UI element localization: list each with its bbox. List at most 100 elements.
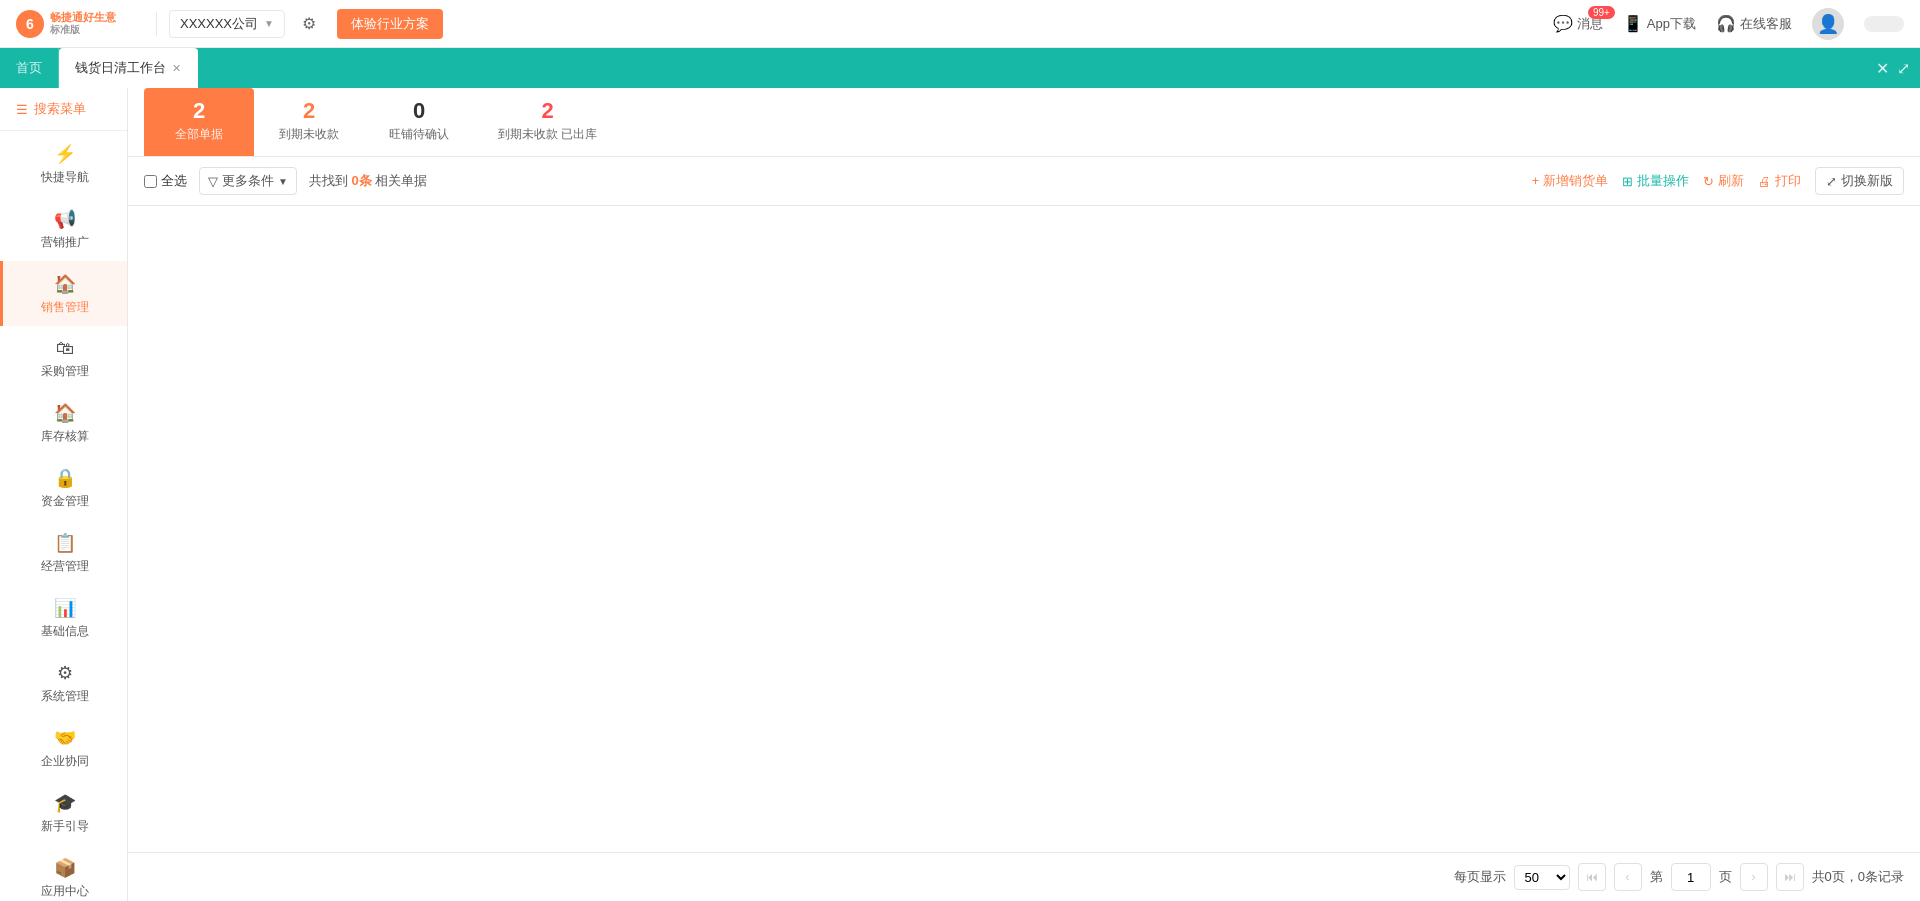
username-placeholder <box>1864 16 1904 32</box>
switch-version-button[interactable]: ⤢ 切换新版 <box>1815 167 1904 195</box>
stat-label-overdue: 到期未收款 <box>279 126 339 143</box>
top-right-area: 💬 消息 99+ 📱 App下载 🎧 在线客服 👤 <box>1553 8 1904 40</box>
table-area <box>128 206 1920 852</box>
page-label: 第 <box>1650 868 1663 886</box>
sidebar-item-system[interactable]: ⚙ 系统管理 <box>0 650 127 715</box>
stat-tab-all[interactable]: 2 全部单据 <box>144 88 254 156</box>
sidebar-item-label: 资金管理 <box>41 493 89 510</box>
stat-number-pending: 0 <box>413 100 425 122</box>
stat-tab-overdue-unshipped[interactable]: 2 到期未收款 已出库 <box>474 88 621 156</box>
per-page-select[interactable]: 50 10 20 100 <box>1514 865 1570 890</box>
enterprise-icon: 🤝 <box>54 727 76 749</box>
operations-icon: 📋 <box>54 532 76 554</box>
sidebar-item-label: 系统管理 <box>41 688 89 705</box>
guide-icon: 🎓 <box>54 792 76 814</box>
messages-badge: 99+ <box>1588 6 1615 19</box>
first-page-button[interactable]: ⏮ <box>1578 863 1606 891</box>
finance-icon: 🔒 <box>54 467 76 489</box>
sidebar-item-label: 采购管理 <box>41 363 89 380</box>
service-icon: 🎧 <box>1716 14 1736 33</box>
top-bar: 6 畅捷通好生意 标准版 XXXXXX公司 ▼ ⚙ 体验行业方案 💬 消息 99… <box>0 0 1920 48</box>
app-download-icon: 📱 <box>1623 14 1643 33</box>
sidebar-item-label: 销售管理 <box>41 299 89 316</box>
last-page-button[interactable]: ⏭ <box>1776 863 1804 891</box>
sidebar-item-finance[interactable]: 🔒 资金管理 <box>0 455 127 520</box>
system-icon: ⚙ <box>57 662 73 684</box>
gear-icon: ⚙ <box>302 14 316 33</box>
stat-number-overdue: 2 <box>303 100 315 122</box>
content-area: 2 全部单据 2 到期未收款 0 旺铺待确认 2 到期未收款 已出库 全选 <box>128 88 1920 901</box>
chevron-down-icon: ▼ <box>264 18 274 29</box>
add-sales-order-button[interactable]: + 新增销货单 <box>1532 172 1608 190</box>
tab-minimize-icon[interactable]: ✕ <box>1876 59 1889 78</box>
main-layout: ☰ 搜索菜单 ⚡ 快捷导航 📢 营销推广 🏠 销售管理 🛍 采购管理 🏠 库存核… <box>0 88 1920 901</box>
select-all-input[interactable] <box>144 175 157 188</box>
sidebar-item-search-menu[interactable]: ☰ 搜索菜单 <box>0 88 127 131</box>
messages-button[interactable]: 💬 消息 99+ <box>1553 14 1603 33</box>
select-all-checkbox[interactable]: 全选 <box>144 172 187 190</box>
more-filter-button[interactable]: ▽ 更多条件 ▼ <box>199 167 297 195</box>
app-center-icon: 📦 <box>54 857 76 879</box>
logo-text: 畅捷通好生意 标准版 <box>50 11 116 36</box>
sidebar-item-label: 基础信息 <box>41 623 89 640</box>
next-page-button[interactable]: › <box>1740 863 1768 891</box>
tab-maximize-icon[interactable]: ⤢ <box>1897 59 1910 78</box>
sidebar-item-inventory[interactable]: 🏠 库存核算 <box>0 390 127 455</box>
pagination: 每页显示 50 10 20 100 ⏮ ‹ 第 1 页 › ⏭ 共0页，0条记录 <box>128 852 1920 901</box>
sidebar-item-label: 库存核算 <box>41 428 89 445</box>
sidebar-item-quick-nav[interactable]: ⚡ 快捷导航 <box>0 131 127 196</box>
sidebar-item-basic-info[interactable]: 📊 基础信息 <box>0 585 127 650</box>
tab-bar: 首页 钱货日清工作台 ✕ ✕ ⤢ <box>0 48 1920 88</box>
stat-label-all: 全部单据 <box>175 126 223 143</box>
stat-number-unshipped: 2 <box>542 100 554 122</box>
sidebar-item-marketing[interactable]: 📢 营销推广 <box>0 196 127 261</box>
logo-area: 6 畅捷通好生意 标准版 <box>16 10 144 38</box>
sidebar-item-enterprise[interactable]: 🤝 企业协同 <box>0 715 127 780</box>
sidebar-item-label: 应用中心 <box>41 883 89 900</box>
avatar[interactable]: 👤 <box>1812 8 1844 40</box>
sidebar-item-sales[interactable]: 🏠 销售管理 <box>0 261 127 326</box>
tab-cash-goods[interactable]: 钱货日清工作台 ✕ <box>59 48 198 88</box>
sidebar-item-operations[interactable]: 📋 经营管理 <box>0 520 127 585</box>
prev-page-button[interactable]: ‹ <box>1614 863 1642 891</box>
stat-number-all: 2 <box>193 100 205 122</box>
sidebar-item-label: 企业协同 <box>41 753 89 770</box>
online-service-button[interactable]: 🎧 在线客服 <box>1716 14 1792 33</box>
toolbar-right: + 新增销货单 ⊞ 批量操作 ↻ 刷新 🖨 打印 ⤢ 切换新版 <box>1532 167 1904 195</box>
tab-home[interactable]: 首页 <box>0 48 59 88</box>
stat-tab-overdue-unpaid[interactable]: 2 到期未收款 <box>254 88 364 156</box>
print-button[interactable]: 🖨 打印 <box>1758 172 1801 190</box>
sidebar: ☰ 搜索菜单 ⚡ 快捷导航 📢 营销推广 🏠 销售管理 🛍 采购管理 🏠 库存核… <box>0 88 128 901</box>
online-service-label: 在线客服 <box>1740 15 1792 33</box>
sidebar-item-label: 快捷导航 <box>41 169 89 186</box>
inventory-icon: 🏠 <box>54 402 76 424</box>
tab-bar-actions: ✕ ⤢ <box>1876 59 1920 78</box>
stat-tab-pending-confirm[interactable]: 0 旺铺待确认 <box>364 88 474 156</box>
company-name: XXXXXX公司 <box>180 15 258 33</box>
sidebar-item-label: 搜索菜单 <box>34 100 86 118</box>
result-count: 0条 <box>352 173 372 188</box>
company-selector[interactable]: XXXXXX公司 ▼ <box>169 10 285 38</box>
sidebar-item-purchase[interactable]: 🛍 采购管理 <box>0 326 127 390</box>
select-all-label: 全选 <box>161 172 187 190</box>
batch-operation-button[interactable]: ⊞ 批量操作 <box>1622 172 1689 190</box>
print-icon: 🖨 <box>1758 174 1771 189</box>
result-text: 共找到 0条 相关单据 <box>309 172 427 190</box>
stat-label-pending: 旺铺待确认 <box>389 126 449 143</box>
tab-close-icon[interactable]: ✕ <box>172 62 181 75</box>
refresh-button[interactable]: ↻ 刷新 <box>1703 172 1744 190</box>
chevron-down-icon: ▼ <box>278 176 288 187</box>
refresh-icon: ↻ <box>1703 174 1714 189</box>
sidebar-item-label: 新手引导 <box>41 818 89 835</box>
sidebar-item-app-center[interactable]: 📦 应用中心 <box>0 845 127 901</box>
toolbar: 全选 ▽ 更多条件 ▼ 共找到 0条 相关单据 + 新增销货单 ⊞ 批量操作 ↻ <box>128 157 1920 206</box>
sidebar-item-label: 经营管理 <box>41 558 89 575</box>
sidebar-item-label: 营销推广 <box>41 234 89 251</box>
batch-icon: ⊞ <box>1622 174 1633 189</box>
app-download-label: App下载 <box>1647 15 1696 33</box>
app-download-button[interactable]: 📱 App下载 <box>1623 14 1696 33</box>
settings-button[interactable]: ⚙ <box>293 8 325 40</box>
trial-button[interactable]: 体验行业方案 <box>337 9 443 39</box>
page-input[interactable]: 1 <box>1671 863 1711 891</box>
sidebar-item-guide[interactable]: 🎓 新手引导 <box>0 780 127 845</box>
